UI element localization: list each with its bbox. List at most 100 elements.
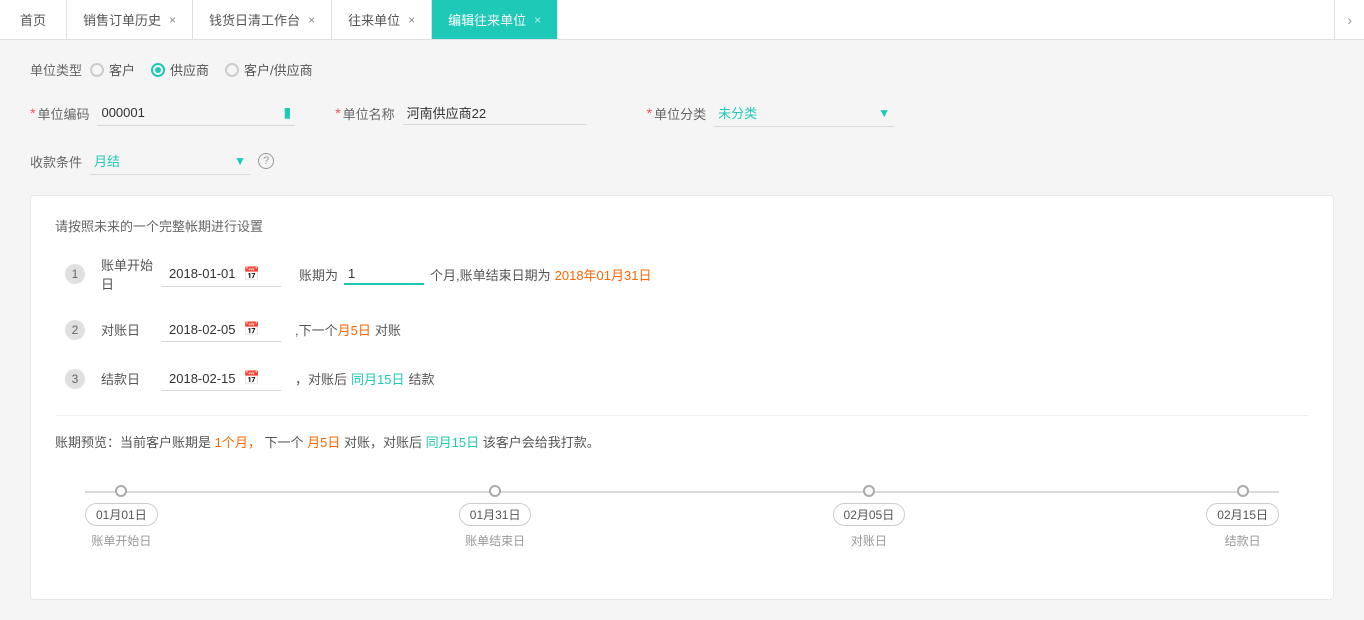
tab-home-label: 首页: [20, 10, 46, 29]
period-row-2-label: 对账日: [101, 320, 161, 339]
timeline-node-2: 01月31日 账单结束日: [459, 485, 532, 549]
timeline-container: 01月01日 账单开始日 01月31日 账单结束日 02月05日 对账日: [55, 475, 1309, 579]
period-section: 请按照未来的一个完整帐期进行设置 1 账单开始日 2018-01-01 📅 账期…: [30, 195, 1334, 600]
payment-terms-label: 收款条件: [30, 152, 82, 171]
period-row-2-calendar-icon[interactable]: 📅: [244, 321, 260, 337]
tab-home[interactable]: 首页: [0, 0, 67, 39]
tab-sales-history-close[interactable]: ×: [169, 13, 176, 27]
payment-terms-select[interactable]: 月结 ▼: [90, 147, 250, 175]
timeline-node-1: 01月01日 账单开始日: [85, 485, 158, 549]
preview-reconcile-before: 下一个: [265, 435, 304, 450]
unit-code-input[interactable]: [101, 105, 277, 120]
period-row-1-date[interactable]: 2018-01-01 📅: [161, 262, 281, 287]
period-row-3-date-value: 2018-02-15: [169, 371, 236, 386]
preview-reconcile-highlight: 月5日: [307, 435, 340, 450]
tab-sales-history[interactable]: 销售订单历史 ×: [67, 0, 193, 39]
period-row-3-calendar-icon[interactable]: 📅: [244, 370, 260, 386]
radio-customer-supplier-label: 客户/供应商: [244, 60, 313, 79]
preview-reconcile-after: 对账，对账后: [344, 435, 422, 450]
period-row-1-num: 1: [65, 264, 85, 284]
unit-category-star: *: [647, 105, 652, 121]
period-row-3-num: 3: [65, 369, 85, 389]
period-row-1: 1 账单开始日 2018-01-01 📅 账期为 个月,账单结束日期为 2018…: [55, 255, 1309, 293]
period-row-3-label: 结款日: [101, 369, 161, 388]
unit-code-label: 单位编码: [37, 104, 89, 123]
payment-terms-help-icon[interactable]: ?: [258, 153, 274, 169]
radio-customer-circle: [90, 63, 104, 77]
timeline-node-3: 02月05日 对账日: [833, 485, 906, 549]
tab-edit-partner-label: 编辑往来单位: [448, 10, 526, 29]
period-row-1-label: 账单开始日: [101, 255, 161, 293]
unit-name-star: *: [335, 105, 340, 121]
timeline-dot-1: [115, 485, 127, 497]
preview-label: 账期预览：当前客户账期是: [55, 435, 211, 450]
period-row-2-end: 对账: [375, 320, 401, 339]
period-row-3: 3 结款日 2018-02-15 📅 ，对账后 同月15日 结款: [55, 366, 1309, 391]
period-row-3-end: 结款: [408, 369, 434, 388]
timeline-node-4: 02月15日 结款日: [1206, 485, 1279, 549]
timeline-label-2: 账单结束日: [465, 532, 525, 549]
unit-code-field: * 单位编码 ▮: [30, 100, 295, 126]
payment-terms-value: 月结: [94, 151, 230, 170]
unit-name-label: 单位名称: [343, 104, 395, 123]
unit-type-field: 单位类型 客户 供应商 客户/供应商: [30, 60, 313, 79]
tab-partner-close[interactable]: ×: [408, 13, 415, 27]
timeline-dot-2: [489, 485, 501, 497]
unit-name-input[interactable]: [403, 101, 587, 125]
timeline-dot-4: [1237, 485, 1249, 497]
period-row-2-highlight: 月5日: [338, 320, 371, 339]
radio-customer-supplier-circle: [225, 63, 239, 77]
tab-bar: 首页 销售订单历史 × 钱货日清工作台 × 往来单位 × 编辑往来单位 × ›: [0, 0, 1364, 40]
unit-code-input-wrapper: ▮: [97, 100, 295, 126]
unit-category-dropdown-icon: ▼: [878, 106, 890, 120]
period-row-2: 2 对账日 2018-02-05 📅 ,下一个 月5日 对账: [55, 317, 1309, 342]
payment-terms-field: 收款条件 月结 ▼ ?: [30, 147, 274, 175]
unit-category-select[interactable]: 未分类 ▼: [714, 99, 894, 127]
preview-payment-highlight: 同月15日: [426, 435, 479, 450]
preview-text: 账期预览：当前客户账期是 1个月， 下一个 月5日 对账，对账后 同月15日 该…: [55, 432, 1309, 451]
tab-cash-work-close[interactable]: ×: [308, 13, 315, 27]
timeline-label-3: 对账日: [851, 532, 887, 549]
radio-customer-supplier[interactable]: 客户/供应商: [225, 60, 313, 79]
radio-supplier[interactable]: 供应商: [151, 60, 209, 79]
timeline-label-4: 结款日: [1225, 532, 1261, 549]
tab-edit-partner[interactable]: 编辑往来单位 ×: [432, 0, 558, 39]
unit-type-radio-group: 客户 供应商 客户/供应商: [90, 60, 313, 79]
tab-partner[interactable]: 往来单位 ×: [332, 0, 432, 39]
unit-code-icon[interactable]: ▮: [283, 104, 291, 121]
unit-name-field: * 单位名称: [335, 101, 586, 125]
radio-supplier-label: 供应商: [170, 60, 209, 79]
period-end-date: 2018年01月31日: [555, 265, 652, 284]
period-row-2-suffix: ,下一个 月5日 对账: [287, 320, 401, 339]
period-months-input[interactable]: [344, 264, 424, 285]
unit-type-row: 单位类型 客户 供应商 客户/供应商: [30, 60, 1334, 79]
timeline-badge-1: 01月01日: [85, 503, 158, 526]
period-row-2-num: 2: [65, 320, 85, 340]
preview-payment-after: 该客户会给我打款。: [483, 435, 600, 450]
unit-category-field: * 单位分类 未分类 ▼: [647, 99, 894, 127]
timeline-label-1: 账单开始日: [91, 532, 151, 549]
radio-customer-label: 客户: [109, 60, 135, 79]
period-row-3-highlight: 同月15日: [351, 369, 404, 388]
period-row-1-calendar-icon[interactable]: 📅: [244, 266, 260, 282]
unit-category-value: 未分类: [718, 103, 874, 122]
period-row-2-date[interactable]: 2018-02-05 📅: [161, 317, 281, 342]
period-row-1-date-value: 2018-01-01: [169, 266, 236, 281]
period-row-3-date[interactable]: 2018-02-15 📅: [161, 366, 281, 391]
period-row-3-suffix: ，对账后 同月15日 结款: [287, 369, 435, 388]
tab-edit-partner-close[interactable]: ×: [534, 13, 541, 27]
preview-period: 1个月，: [215, 435, 261, 450]
timeline-badge-3: 02月05日: [833, 503, 906, 526]
period-row-3-comma: ，对账后: [295, 369, 347, 388]
period-divider: [55, 415, 1309, 416]
period-row-1-suffix: 账期为 个月,账单结束日期为 2018年01月31日: [287, 264, 651, 285]
timeline-badge-2: 01月31日: [459, 503, 532, 526]
timeline-wrapper: 01月01日 账单开始日 01月31日 账单结束日 02月05日 对账日: [85, 485, 1279, 549]
tab-more-arrow[interactable]: ›: [1334, 0, 1364, 39]
radio-supplier-circle: [151, 63, 165, 77]
tab-cash-work-label: 钱货日清工作台: [209, 10, 300, 29]
radio-customer[interactable]: 客户: [90, 60, 135, 79]
period-row-2-date-value: 2018-02-05: [169, 322, 236, 337]
unit-type-label: 单位类型: [30, 60, 82, 79]
tab-cash-work[interactable]: 钱货日清工作台 ×: [193, 0, 332, 39]
